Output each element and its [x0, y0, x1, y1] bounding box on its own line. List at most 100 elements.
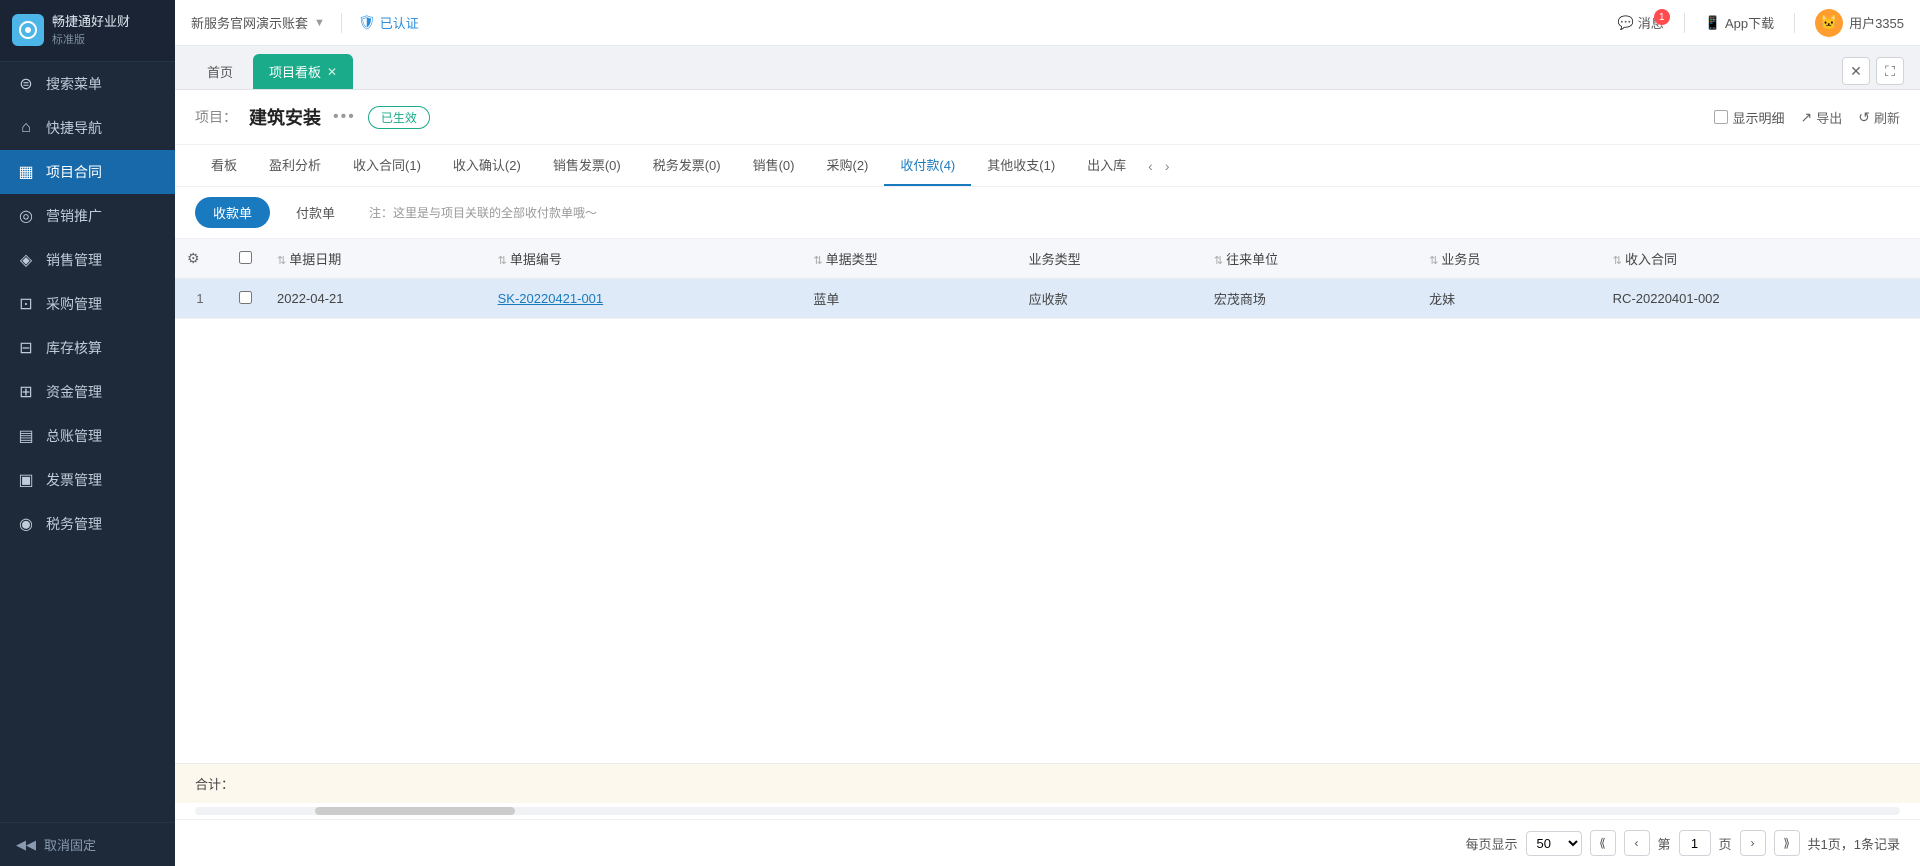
row-income-contract: RC-20220401-002	[1601, 279, 1920, 319]
th-income-contract[interactable]: 收入合同	[1601, 239, 1920, 279]
app-download-button[interactable]: 📱 App下载	[1705, 13, 1774, 32]
sidebar-item-label: 项目合同	[46, 162, 102, 182]
sidebar-item-project-contract[interactable]: ▦ 项目合同	[0, 150, 175, 194]
tab-project-board[interactable]: 项目看板 ✕	[253, 54, 353, 89]
show-detail-checkbox[interactable]: 显示明细	[1714, 108, 1784, 127]
sub-nav-sales[interactable]: 销售(0)	[737, 145, 811, 186]
sidebar-item-ledger[interactable]: ▤ 总账管理	[0, 414, 175, 458]
invoice-icon: ▣	[16, 470, 36, 490]
export-button[interactable]: ↗ 导出	[1801, 108, 1843, 127]
sub-nav-right-arrow[interactable]: ›	[1159, 150, 1176, 182]
th-number[interactable]: 单据编号	[486, 239, 802, 279]
sub-nav-profit[interactable]: 盈利分析	[253, 145, 337, 186]
project-header: 项目： 建筑安装 ••• 已生效 显示明细 ↗ 导出 ↺ 刷新	[175, 90, 1920, 145]
sub-nav-receipts[interactable]: 收付款(4)	[884, 145, 971, 186]
pagination: 每页显示 50 20 100 ⟪ ‹ 第 页 › ⟫ 共1页，1条记录	[175, 819, 1920, 866]
tab-project-board-label: 项目看板	[269, 62, 321, 81]
sidebar-item-purchase[interactable]: ⊡ 采购管理	[0, 282, 175, 326]
sidebar-item-invoice[interactable]: ▣ 发票管理	[0, 458, 175, 502]
sidebar-unpin-button[interactable]: ◀◀ 取消固定	[0, 822, 175, 866]
sidebar-item-quick-nav[interactable]: ⌂ 快捷导航	[0, 106, 175, 150]
finance-icon: ⊞	[16, 382, 36, 402]
sidebar-item-label: 资金管理	[46, 382, 102, 402]
row-checkbox[interactable]	[239, 291, 252, 304]
footer-total-label: 合计：	[195, 774, 234, 793]
main-content: 新服务官网演示账套 ▼ 🛡 已认证 💬 消息 1 📱 App下载 🐱 用户335…	[175, 0, 1920, 866]
row-number[interactable]: SK-20220421-001	[486, 279, 802, 319]
account-selector[interactable]: 新服务官网演示账套 ▼	[191, 13, 325, 32]
sub-nav-in-out[interactable]: 出入库	[1071, 145, 1142, 186]
first-page-button[interactable]: ⟪	[1590, 830, 1616, 856]
tab-close-icon[interactable]: ✕	[327, 65, 337, 79]
close-window-button[interactable]: ✕	[1842, 57, 1870, 85]
user-label: 用户3355	[1849, 13, 1904, 32]
tax-icon: ◉	[16, 514, 36, 534]
sidebar-item-label: 库存核算	[46, 338, 102, 358]
payment-tab-button[interactable]: 付款单	[278, 197, 353, 228]
th-settings: ⚙	[175, 239, 225, 279]
refresh-label: 刷新	[1874, 108, 1900, 127]
th-type[interactable]: 单据类型	[801, 239, 1016, 279]
avatar: 🐱	[1815, 9, 1843, 37]
sub-nav-sales-invoice[interactable]: 销售发票(0)	[537, 145, 637, 186]
message-button[interactable]: 💬 消息 1	[1618, 13, 1664, 32]
sidebar-item-label: 搜索菜单	[46, 74, 102, 94]
th-date[interactable]: 单据日期	[265, 239, 486, 279]
tab-home-label: 首页	[207, 62, 233, 81]
checkbox-icon	[1714, 110, 1728, 124]
topbar: 新服务官网演示账套 ▼ 🛡 已认证 💬 消息 1 📱 App下载 🐱 用户335…	[175, 0, 1920, 46]
sidebar-item-sales[interactable]: ◈ 销售管理	[0, 238, 175, 282]
th-partner[interactable]: 往来单位	[1202, 239, 1417, 279]
page-size-select[interactable]: 50 20 100	[1526, 831, 1582, 856]
sub-nav-income-contract[interactable]: 收入合同(1)	[337, 145, 437, 186]
row-partner: 宏茂商场	[1202, 279, 1417, 319]
row-salesperson: 龙妹	[1417, 279, 1601, 319]
table-container: ⚙ 单据日期 单据编号 单据类型 业务类型 往来单位 业务员 收入合同	[175, 239, 1920, 763]
sidebar-item-marketing[interactable]: ◎ 营销推广	[0, 194, 175, 238]
app-download-label: App下载	[1725, 13, 1774, 32]
table-row: 1 2022-04-21 SK-20220421-001 蓝单 应收款 宏茂商场…	[175, 279, 1920, 319]
sidebar-item-label: 销售管理	[46, 250, 102, 270]
row-number-link[interactable]: SK-20220421-001	[498, 291, 604, 306]
user-menu[interactable]: 🐱 用户3355	[1815, 9, 1904, 37]
row-biz-type: 应收款	[1017, 279, 1202, 319]
tabbar: 首页 项目看板 ✕ ✕ ⛶	[175, 46, 1920, 90]
sub-nav-other-expenses[interactable]: 其他收支(1)	[971, 145, 1071, 186]
th-salesperson[interactable]: 业务员	[1417, 239, 1601, 279]
select-all-checkbox[interactable]	[239, 251, 252, 264]
tab-home[interactable]: 首页	[191, 54, 249, 89]
sidebar-item-tax[interactable]: ◉ 税务管理	[0, 502, 175, 546]
search-icon: ⊜	[16, 74, 36, 94]
sub-nav: 看板 盈利分析 收入合同(1) 收入确认(2) 销售发票(0) 税务发票(0) …	[175, 145, 1920, 187]
sub-nav-kanban[interactable]: 看板	[195, 145, 253, 186]
sidebar-item-inventory[interactable]: ⊟ 库存核算	[0, 326, 175, 370]
prev-page-button[interactable]: ‹	[1624, 830, 1650, 856]
certified-label: 已认证	[380, 13, 419, 32]
page-content: 项目： 建筑安装 ••• 已生效 显示明细 ↗ 导出 ↺ 刷新	[175, 90, 1920, 866]
sub-nav-tax-invoice[interactable]: 税务发票(0)	[637, 145, 737, 186]
home-icon: ⌂	[16, 119, 36, 137]
sub-nav-income-confirm[interactable]: 收入确认(2)	[437, 145, 537, 186]
horizontal-scrollbar[interactable]	[195, 807, 1900, 815]
sub-nav-left-arrow[interactable]: ‹	[1142, 150, 1159, 182]
sidebar-header: 畅捷通好业财 标准版	[0, 0, 175, 62]
last-page-button[interactable]: ⟫	[1774, 830, 1800, 856]
ledger-icon: ▤	[16, 426, 36, 446]
topbar-divider3	[1794, 13, 1795, 33]
sub-nav-purchase[interactable]: 采购(2)	[810, 145, 884, 186]
sidebar-scroll: ⊜ 搜索菜单 ⌂ 快捷导航 ▦ 项目合同 ◎ 营销推广 ◈ 销售管理 ⊡ 采购管…	[0, 62, 175, 822]
sidebar-item-finance[interactable]: ⊞ 资金管理	[0, 370, 175, 414]
table-settings-icon[interactable]: ⚙	[187, 250, 200, 266]
receipt-tab-button[interactable]: 收款单	[195, 197, 270, 228]
export-label: 导出	[1816, 108, 1842, 127]
next-page-button[interactable]: ›	[1740, 830, 1766, 856]
project-label-prefix: 项目：	[195, 107, 237, 127]
scrollbar-thumb[interactable]	[315, 807, 515, 815]
message-icon: 💬	[1618, 15, 1634, 31]
refresh-button[interactable]: ↺ 刷新	[1858, 108, 1900, 127]
sidebar-item-search[interactable]: ⊜ 搜索菜单	[0, 62, 175, 106]
app-title: 畅捷通好业财	[52, 14, 130, 31]
page-input[interactable]	[1679, 830, 1711, 856]
maximize-window-button[interactable]: ⛶	[1876, 57, 1904, 85]
project-more-button[interactable]: •••	[333, 108, 356, 126]
